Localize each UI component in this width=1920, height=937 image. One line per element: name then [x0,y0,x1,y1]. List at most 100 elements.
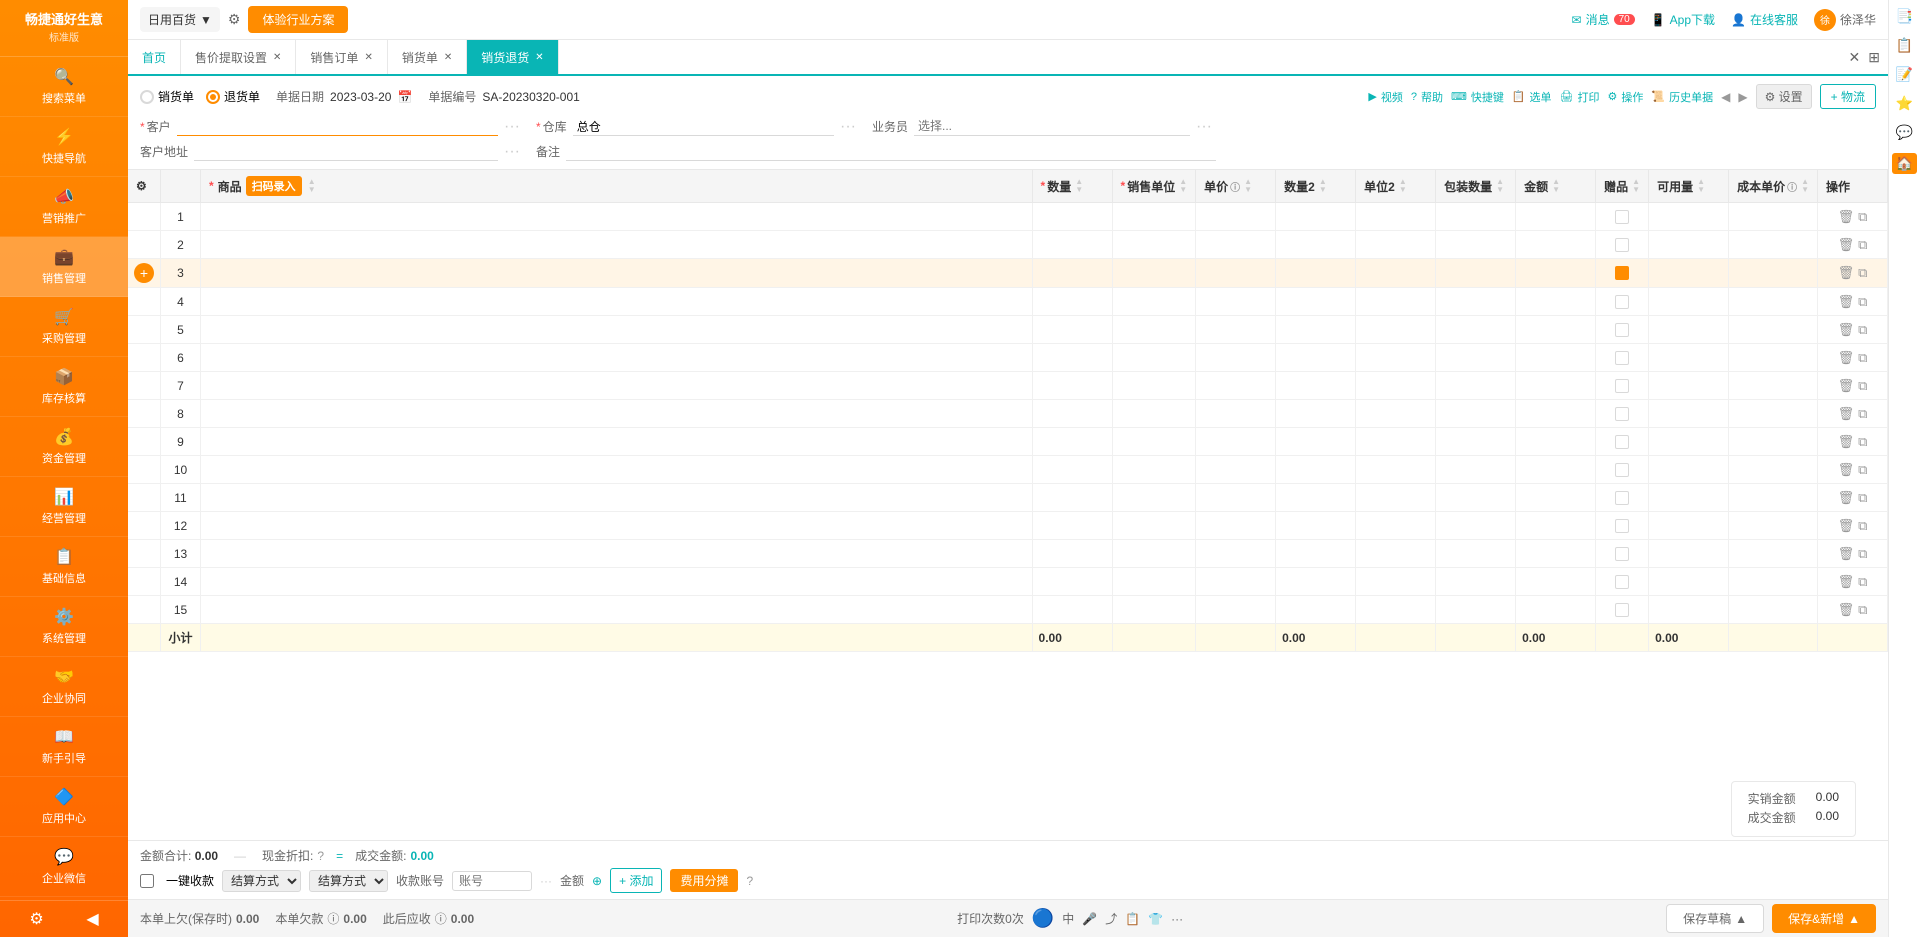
gift-cell[interactable] [1596,203,1649,231]
qty-cell[interactable] [1032,344,1112,372]
calc-method-select[interactable]: 结算方式 [222,870,301,892]
gift-checkbox[interactable] [1615,491,1629,505]
price-cell[interactable] [1196,288,1276,316]
delete-row-btn[interactable]: 🗑 [1838,546,1855,561]
unit2-cell[interactable] [1356,456,1436,484]
staff-input[interactable] [914,117,1190,136]
qty2-cell[interactable] [1276,203,1356,231]
goods-cell[interactable] [201,540,1033,568]
price-cell[interactable] [1196,568,1276,596]
salesunit-cell[interactable] [1112,596,1196,624]
qty2-cell[interactable] [1276,596,1356,624]
amount-cell[interactable] [1516,203,1596,231]
copy-row-btn[interactable]: ⧉ [1858,237,1867,252]
pkg-cell[interactable] [1436,456,1516,484]
gift-checkbox[interactable] [1615,547,1629,561]
add-row-btn[interactable]: + [134,263,154,283]
gift-cell[interactable] [1596,456,1649,484]
unit2-cell[interactable] [1356,512,1436,540]
gift-checkbox[interactable] [1615,435,1629,449]
amount-cell[interactable] [1516,400,1596,428]
help-btn[interactable]: ? 帮助 [1411,89,1443,105]
gift-cell[interactable] [1596,512,1649,540]
avail-cell[interactable] [1649,259,1729,288]
gift-cell[interactable] [1596,231,1649,259]
salesunit-cell[interactable] [1112,203,1196,231]
gift-checkbox[interactable] [1615,407,1629,421]
goods-cell[interactable] [201,484,1033,512]
radio-return[interactable]: 退货单 [206,88,260,105]
operate-btn[interactable]: ⚙ 操作 [1608,89,1644,105]
scan-btn[interactable]: 扫码录入 [246,176,302,196]
unit2-cell[interactable] [1356,484,1436,512]
goods-cell[interactable] [201,203,1033,231]
gift-cell[interactable] [1596,540,1649,568]
qty2-cell[interactable] [1276,344,1356,372]
pkg-cell[interactable] [1436,400,1516,428]
right-chat-icon[interactable]: 💬 [1896,124,1913,141]
pkg-cell[interactable] [1436,259,1516,288]
gift-checkbox[interactable] [1615,323,1629,337]
qty-cell[interactable] [1032,372,1112,400]
avail-cell[interactable] [1649,288,1729,316]
unit2-cell[interactable] [1356,372,1436,400]
tab-sales-return[interactable]: 销货退货 ✕ [467,40,558,75]
pkg-cell[interactable] [1436,596,1516,624]
price-cell[interactable] [1196,456,1276,484]
unit2-cell[interactable] [1356,344,1436,372]
copy-row-btn[interactable]: ⧉ [1858,209,1867,224]
goods-cell[interactable] [201,428,1033,456]
cost-cell[interactable] [1729,512,1818,540]
right-star-icon[interactable]: ⭐ [1896,95,1913,112]
delete-row-btn[interactable]: 🗑 [1838,237,1855,252]
tab-close-btn[interactable]: ✕ [1849,49,1861,66]
salesunit-cell[interactable] [1112,456,1196,484]
avail-cell[interactable] [1649,316,1729,344]
delete-row-btn[interactable]: 🗑 [1838,490,1855,505]
pkg-cell[interactable] [1436,484,1516,512]
amount-cell[interactable] [1516,344,1596,372]
cost-cell[interactable] [1729,428,1818,456]
cost-info-icon[interactable]: ⓘ [1787,179,1797,194]
goods-cell[interactable] [201,456,1033,484]
delete-row-btn[interactable]: 🗑 [1838,378,1855,393]
salesunit-cell[interactable] [1112,540,1196,568]
copy-row-btn[interactable]: ⧉ [1858,406,1867,421]
avail-cell[interactable] [1649,372,1729,400]
onekeyrecv-checkbox[interactable] [140,874,154,888]
goods-cell[interactable] [201,259,1033,288]
qty2-cell[interactable] [1276,428,1356,456]
salesunit-cell[interactable] [1112,316,1196,344]
copy-row-btn[interactable]: ⧉ [1858,574,1867,589]
avail-cell[interactable] [1649,568,1729,596]
delete-row-btn[interactable]: 🗑 [1838,350,1855,365]
gift-checkbox[interactable] [1615,519,1629,533]
fee-info-icon[interactable]: ? [746,874,753,888]
pkg-cell[interactable] [1436,203,1516,231]
tab-price-setting[interactable]: 售价提取设置 ✕ [181,40,296,75]
mic-icon[interactable]: 🎤 [1082,912,1097,926]
copy-row-btn[interactable]: ⧉ [1858,602,1867,617]
logistics-btn[interactable]: + 物流 [1820,84,1876,109]
sidebar-item-sales[interactable]: 💼 销售管理 [0,237,128,297]
gift-checkbox[interactable] [1615,603,1629,617]
gift-cell[interactable] [1596,568,1649,596]
copy-row-btn[interactable]: ⧉ [1858,265,1867,280]
history-prev-icon[interactable]: ◀ [1721,90,1730,104]
account-input[interactable] [452,871,532,891]
unit2-cell[interactable] [1356,316,1436,344]
price-cell[interactable] [1196,372,1276,400]
summary-method-select[interactable]: 结算方式 [309,870,388,892]
price-cell[interactable] [1196,540,1276,568]
gift-checkbox[interactable] [1615,238,1629,252]
qty2-cell[interactable] [1276,231,1356,259]
pkg-cell[interactable] [1436,568,1516,596]
avail-cell[interactable] [1649,344,1729,372]
salesunit-cell[interactable] [1112,259,1196,288]
remark-input[interactable] [566,142,1216,161]
qty-cell[interactable] [1032,231,1112,259]
industry-selector[interactable]: 日用百货 ▼ [140,7,220,32]
right-edit-icon[interactable]: 📝 [1896,66,1913,83]
amount-dots[interactable]: ··· [540,874,552,888]
gift-cell[interactable] [1596,288,1649,316]
